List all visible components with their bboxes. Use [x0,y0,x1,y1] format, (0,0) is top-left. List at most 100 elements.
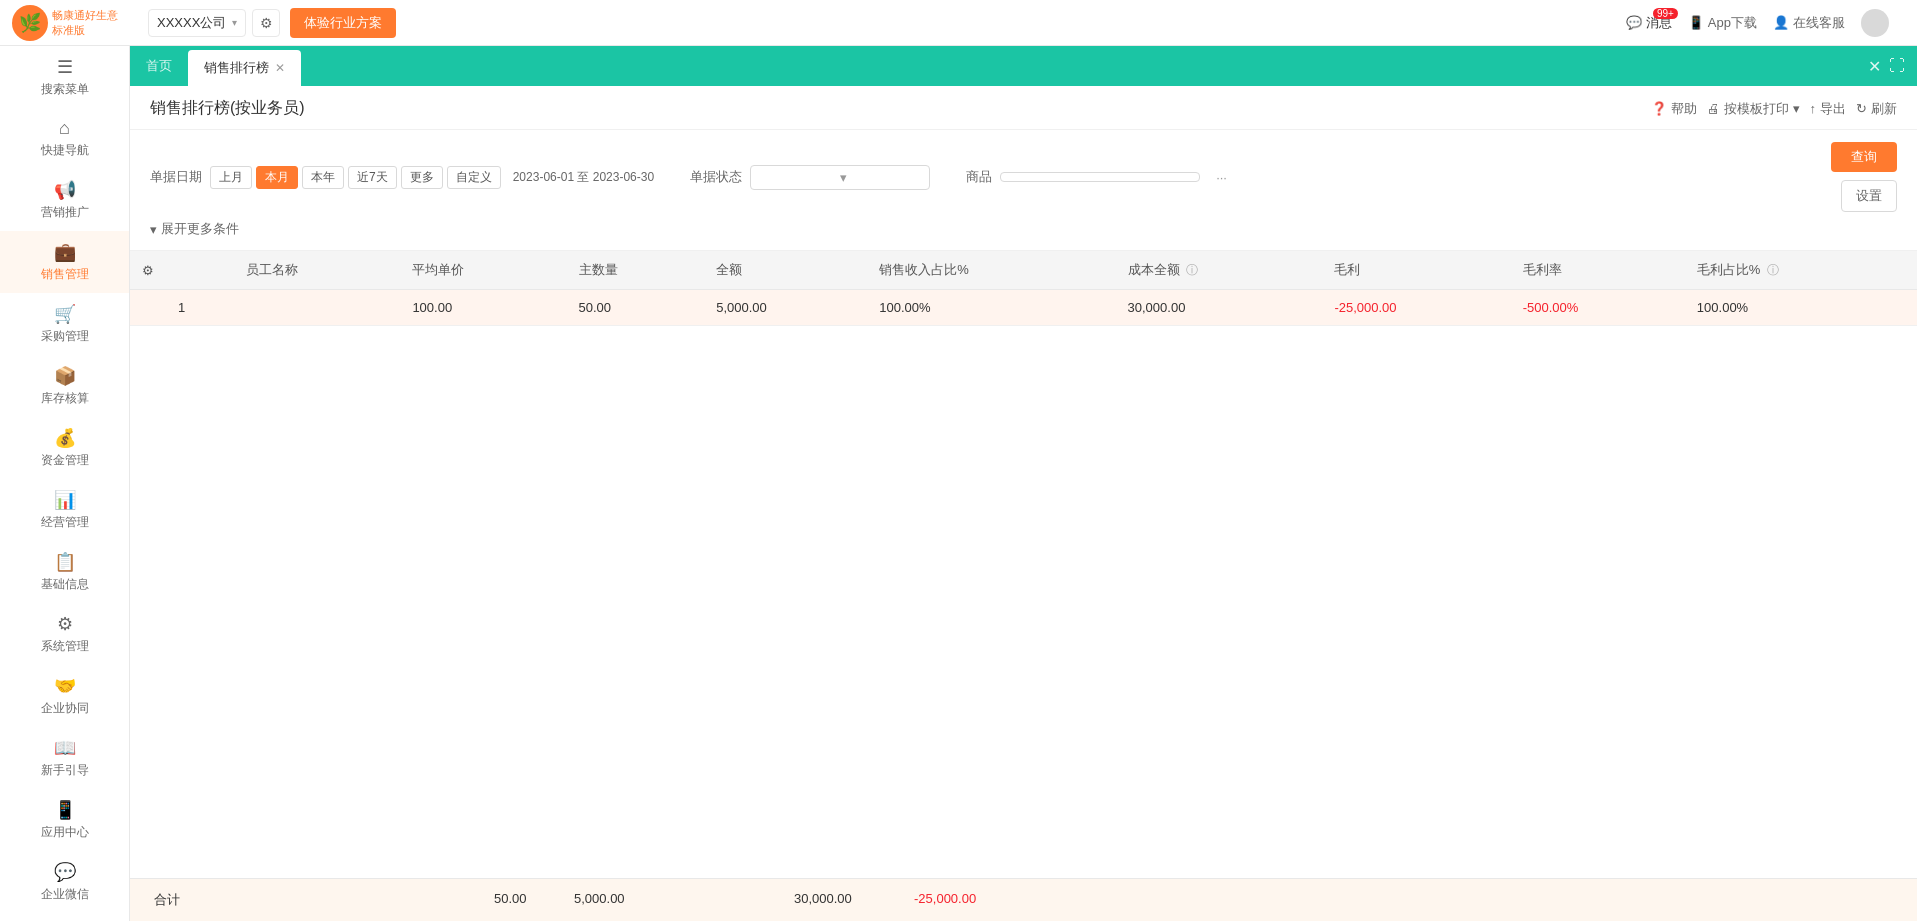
refresh-button[interactable]: ↻ 刷新 [1856,100,1897,118]
help-button[interactable]: ❓ 帮助 [1651,100,1697,118]
col-settings[interactable]: ⚙ [130,251,166,290]
logo-area: 🌿 畅康通好生意 标准版 [12,5,140,41]
print-chevron-icon: ▾ [1793,101,1800,116]
col-qty: 主数量 [567,251,705,290]
sidebar-item-member[interactable]: V 畅会员 [0,913,129,921]
date-filter-label: 单据日期 [150,168,202,186]
filter-area: 单据日期 上月 本月 本年 近7天 更多 自定义 2023-06-01 至 20… [130,130,1917,251]
col-cost-amount: 成本全额 ⓘ [1116,251,1323,290]
tab-home[interactable]: 首页 [130,46,188,86]
message-icon: 💬 [1626,15,1642,30]
sidebar-item-inventory[interactable]: 📦 库存核算 [0,355,129,417]
date-range-display: 2023-06-01 至 2023-06-30 [513,169,654,186]
sidebar-item-enterprise[interactable]: 🤝 企业协同 [0,665,129,727]
home-icon: ⌂ [59,118,70,139]
footer-amount: 5,000.00 [562,889,662,911]
page-title: 销售排行榜(按业务员) [150,98,305,119]
trial-button[interactable]: 体验行业方案 [290,8,396,38]
cell-gross-ratio: 100.00% [1685,290,1917,326]
sidebar-item-label: 新手引导 [41,762,89,779]
company-selector[interactable]: XXXXX公司 ▾ [148,9,246,37]
date-btn-custom[interactable]: 自定义 [447,166,501,189]
sidebar-item-system[interactable]: ⚙ 系统管理 [0,603,129,665]
date-btn-last-month[interactable]: 上月 [210,166,252,189]
export-icon: ↑ [1810,101,1817,116]
sidebar-item-label: 库存核算 [41,390,89,407]
date-filter-buttons: 上月 本月 本年 近7天 更多 自定义 [210,166,501,189]
date-btn-7days[interactable]: 近7天 [348,166,397,189]
sidebar-item-operation[interactable]: 📊 经营管理 [0,479,129,541]
inventory-icon: 📦 [54,365,76,387]
filter-action-buttons: 查询 设置 [1831,142,1897,212]
col-rank [166,251,234,290]
sidebar-item-label: 快捷导航 [41,142,89,159]
avatar[interactable] [1861,9,1889,37]
sidebar-item-label: 企业微信 [41,886,89,903]
status-select-chevron: ▾ [840,170,919,185]
sidebar-item-finance[interactable]: 💰 资金管理 [0,417,129,479]
column-settings-icon[interactable]: ⚙ [142,263,154,278]
sidebar-item-basic[interactable]: 📋 基础信息 [0,541,129,603]
message-button[interactable]: 💬 消息 99+ [1626,14,1672,32]
sidebar-item-marketing[interactable]: 📢 营销推广 [0,169,129,231]
search-menu-icon: ☰ [57,56,73,78]
set-button[interactable]: 设置 [1841,180,1897,212]
operation-icon: 📊 [54,489,76,511]
more-options-button[interactable]: ··· [1216,170,1227,185]
system-icon: ⚙ [57,613,73,635]
sidebar: ☰ 搜索菜单 ⌂ 快捷导航 📢 营销推广 💼 销售管理 🛒 采购管理 📦 库 [0,46,130,921]
sidebar-item-label: 销售管理 [41,266,89,283]
settings-icon[interactable]: ⚙ [252,9,280,37]
app-icon: 📱 [1688,15,1704,30]
app-download-button[interactable]: 📱 App下载 [1688,14,1757,32]
guide-icon: 📖 [54,737,76,759]
export-button[interactable]: ↑ 导出 [1810,100,1847,118]
logo-text: 畅康通好生意 标准版 [52,8,118,37]
sidebar-item-search[interactable]: ☰ 搜索菜单 [0,46,129,108]
appcenter-icon: 📱 [54,799,76,821]
tab-sales-ranking[interactable]: 销售排行榜 ✕ [188,50,301,86]
cell-name [234,290,400,326]
print-button[interactable]: 🖨 按模板打印 ▾ [1707,100,1800,118]
window-close-icon[interactable]: ✕ [1868,57,1881,76]
sidebar-item-guide[interactable]: 📖 新手引导 [0,727,129,789]
query-button[interactable]: 查询 [1831,142,1897,172]
top-right-actions: 💬 消息 99+ 📱 App下载 👤 在线客服 [1626,9,1905,37]
date-btn-this-month[interactable]: 本月 [256,166,298,189]
row-settings [130,290,166,326]
sidebar-item-purchase[interactable]: 🛒 采购管理 [0,293,129,355]
footer-gross: -25,000.00 [902,889,988,911]
marketing-icon: 📢 [54,179,76,201]
online-service-button[interactable]: 👤 在线客服 [1773,14,1845,32]
sidebar-item-wechat[interactable]: 💬 企业微信 [0,851,129,913]
expand-icon: ▾ [150,222,157,237]
cell-sales-ratio: 100.00% [867,290,1115,326]
date-btn-more[interactable]: 更多 [401,166,443,189]
cost-amount-info-icon[interactable]: ⓘ [1186,263,1198,277]
finance-icon: 💰 [54,427,76,449]
page-header: 销售排行榜(按业务员) ❓ 帮助 🖨 按模板打印 ▾ ↑ 导出 [130,86,1917,130]
sidebar-item-sales[interactable]: 💼 销售管理 [0,231,129,293]
goods-input[interactable] [1000,172,1200,182]
status-filter-label: 单据状态 [690,168,742,186]
footer-cost: 30,000.00 [782,889,902,911]
sidebar-item-appcenter[interactable]: 📱 应用中心 [0,789,129,851]
status-filter: 单据状态 ▾ [690,165,930,190]
tab-close-icon[interactable]: ✕ [275,61,285,75]
expand-more-conditions[interactable]: ▾ 展开更多条件 [150,220,1897,238]
sales-icon: 💼 [54,241,76,263]
sidebar-item-label: 采购管理 [41,328,89,345]
window-expand-icon[interactable]: ⛶ [1889,57,1905,75]
sidebar-item-quicknav[interactable]: ⌂ 快捷导航 [0,108,129,169]
date-btn-this-year[interactable]: 本年 [302,166,344,189]
purchase-icon: 🛒 [54,303,76,325]
col-gross-ratio: 毛利占比% ⓘ [1685,251,1917,290]
logo-icon: 🌿 [12,5,48,41]
filter-row: 单据日期 上月 本月 本年 近7天 更多 自定义 2023-06-01 至 20… [150,142,1897,212]
enterprise-icon: 🤝 [54,675,76,697]
goods-filter-label: 商品 [966,168,992,186]
table-body: 1 100.00 50.00 5,000.00 100.00% 30,000.0… [130,290,1917,326]
status-select[interactable]: ▾ [750,165,930,190]
cell-rank: 1 [166,290,234,326]
gross-ratio-info-icon[interactable]: ⓘ [1767,263,1779,277]
